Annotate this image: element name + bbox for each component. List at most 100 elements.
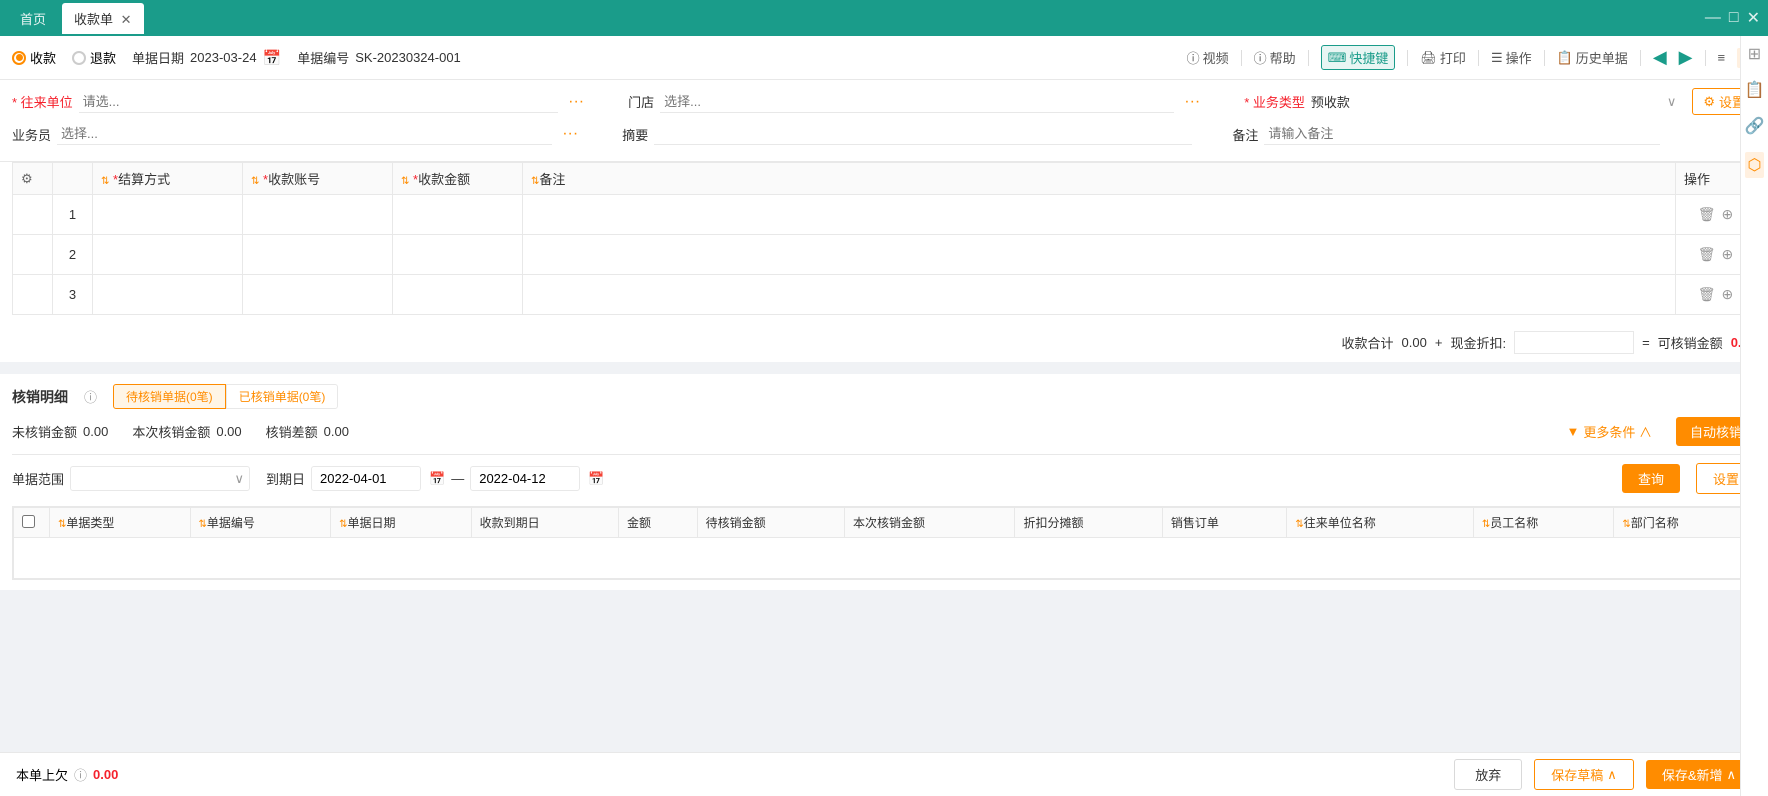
row-2-amount[interactable] — [393, 235, 523, 275]
current-value: 0.00 — [216, 424, 241, 439]
window-controls: — □ ✕ — [1705, 8, 1760, 28]
discard-button[interactable]: 放弃 — [1454, 759, 1522, 790]
row-1-settlement[interactable] — [93, 195, 243, 235]
amount-label: 本单上欠 — [16, 765, 68, 784]
table-settings-icon[interactable]: ⚙ — [21, 171, 33, 186]
unreconciled-label: 未核销金额 — [12, 422, 77, 441]
end-date-calendar-icon[interactable]: 📅 — [588, 471, 604, 487]
diff-label: 核销差额 — [266, 422, 318, 441]
more-filter-btn[interactable]: ▼ 更多条件 ∧ — [1566, 422, 1652, 441]
save-new-button[interactable]: 保存&新增 ∧ — [1646, 760, 1752, 789]
help-btn[interactable]: ⓘ 帮助 — [1254, 48, 1296, 67]
discount-input[interactable] — [1514, 331, 1634, 354]
receipt-radio[interactable]: 收款 — [12, 48, 56, 67]
row-3-copy-icon[interactable]: ⊕ — [1722, 286, 1734, 303]
dept-col-header: ⇅部门名称 — [1614, 508, 1755, 538]
unreconciled-stat: 未核销金额 0.00 — [12, 422, 108, 441]
operation-icon: ☰ — [1491, 50, 1503, 66]
start-date-calendar-icon[interactable]: 📅 — [429, 471, 445, 487]
staff-input[interactable] — [57, 123, 552, 145]
table-row: 1 🗑 ⊕ — [13, 195, 1756, 235]
row-2-remark[interactable] — [523, 235, 1676, 275]
form-row-1: * 往来单位 ··· 门店 ··· * 业务类型 预收款 ∨ ⚙ 设置 — [12, 88, 1756, 115]
minimize-icon[interactable]: — — [1705, 9, 1721, 27]
sidebar-icon-2[interactable]: 📋 — [1745, 80, 1765, 100]
close-window-icon[interactable]: ✕ — [1747, 8, 1760, 28]
store-input[interactable] — [660, 91, 1174, 113]
due-date-label: 到期日 — [266, 469, 305, 488]
close-tab-icon[interactable]: ✕ — [121, 12, 132, 27]
row-3-settlement[interactable] — [93, 275, 243, 315]
receipt-table-section: ⚙ ⇅ *结算方式 ⇅ *收款账号 ⇅ *收款金额 ⇅备注 操作 — [0, 162, 1768, 323]
index-col-header — [53, 163, 93, 195]
home-tab[interactable]: 首页 — [8, 3, 58, 34]
business-type-arrow[interactable]: ∨ — [1667, 94, 1677, 110]
row-1-amount[interactable] — [393, 195, 523, 235]
available-label: 可核销金额 — [1658, 333, 1723, 352]
maximize-icon[interactable]: □ — [1729, 9, 1739, 27]
calendar-icon[interactable]: 📅 — [263, 49, 282, 67]
completed-tab[interactable]: 已核销单据(0笔) — [226, 384, 339, 409]
voucher-date-value[interactable]: 2023-03-24 — [190, 50, 257, 65]
save-new-arrow-icon: ∧ — [1726, 767, 1736, 783]
shortcut-icon: ⌨ — [1328, 50, 1347, 66]
remark-col-header: ⇅备注 — [523, 163, 1676, 195]
pending-tab[interactable]: 待核销单据(0笔) — [113, 384, 226, 409]
row-2-account[interactable] — [243, 235, 393, 275]
due-date-start-input[interactable] — [311, 466, 421, 491]
discount-col-header: 折扣分摊额 — [1015, 508, 1162, 538]
row-1-delete-icon[interactable]: 🗑 — [1698, 206, 1716, 223]
reconcile-info-icon[interactable]: ⓘ — [84, 387, 97, 406]
video-btn[interactable]: ⓘ 视频 — [1187, 48, 1229, 67]
form-row-2: 业务员 ··· 摘要 备注 — [12, 123, 1756, 145]
row-1-account[interactable] — [243, 195, 393, 235]
amount-info-icon[interactable]: ⓘ — [74, 765, 87, 784]
row-3-account[interactable] — [243, 275, 393, 315]
history-btn[interactable]: 📋 历史单据 — [1557, 48, 1628, 67]
staff-label: 业务员 — [12, 125, 51, 144]
sales-order-col-header: 销售订单 — [1162, 508, 1286, 538]
row-3-amount[interactable] — [393, 275, 523, 315]
sidebar-icon-3[interactable]: 🔗 — [1745, 116, 1765, 136]
range-field: 单据范围 ∨ — [12, 466, 250, 491]
row-1-check — [13, 195, 53, 235]
row-3-delete-icon[interactable]: 🗑 — [1698, 286, 1716, 303]
receipt-tab[interactable]: 收款单 ✕ — [62, 3, 144, 34]
select-all-checkbox[interactable] — [22, 515, 35, 528]
reconcile-tabs: 待核销单据(0笔) 已核销单据(0笔) — [113, 384, 338, 409]
summary-input[interactable] — [654, 123, 1192, 145]
list-view-icon[interactable]: ≡ — [1718, 50, 1726, 65]
store-more-icon[interactable]: ··· — [1180, 93, 1204, 111]
reconcile-empty-row — [14, 538, 1755, 579]
sidebar-icon-4[interactable]: ⬡ — [1745, 152, 1765, 178]
receipt-table: ⚙ ⇅ *结算方式 ⇅ *收款账号 ⇅ *收款金额 ⇅备注 操作 — [12, 162, 1756, 315]
row-1-copy-icon[interactable]: ⊕ — [1722, 206, 1734, 223]
due-date-end-input[interactable] — [470, 466, 580, 491]
row-1-remark[interactable] — [523, 195, 1676, 235]
save-draft-button[interactable]: 保存草稿 ∧ — [1534, 759, 1634, 790]
query-btn[interactable]: 查询 — [1622, 464, 1680, 493]
print-btn[interactable]: 🖨 打印 — [1420, 48, 1466, 67]
range-select[interactable] — [70, 466, 250, 491]
reconcile-table: ⇅单据类型 ⇅单据编号 ⇅单据日期 收款到期日 金额 待核销金额 本次核销金额 … — [13, 507, 1755, 579]
staff-more-icon[interactable]: ··· — [558, 125, 582, 143]
row-2-delete-icon[interactable]: 🗑 — [1698, 246, 1716, 263]
reconcile-title: 核销明细 — [12, 387, 68, 407]
receipt-radio-dot — [12, 51, 26, 65]
row-2-copy-icon[interactable]: ⊕ — [1722, 246, 1734, 263]
no-col-header: ⇅单据编号 — [190, 508, 331, 538]
counterparty-input[interactable] — [79, 91, 558, 113]
top-navigation: 首页 收款单 ✕ — □ ✕ — [0, 0, 1768, 36]
reconcile-section: 核销明细 ⓘ 待核销单据(0笔) 已核销单据(0笔) 未核销金额 0.00 本次… — [0, 374, 1768, 590]
nav-next-icon[interactable]: ▶ — [1679, 47, 1693, 68]
nav-prev-icon[interactable]: ◀ — [1653, 47, 1667, 68]
save-draft-arrow-icon: ∧ — [1607, 767, 1617, 783]
sidebar-icon-1[interactable]: ⊞ — [1748, 44, 1761, 64]
refund-radio[interactable]: 退款 — [72, 48, 116, 67]
note-input[interactable] — [1264, 123, 1660, 145]
row-3-remark[interactable] — [523, 275, 1676, 315]
operation-btn[interactable]: ☰ 操作 — [1491, 48, 1532, 67]
row-2-settlement[interactable] — [93, 235, 243, 275]
counterparty-more-icon[interactable]: ··· — [564, 93, 588, 111]
shortcut-btn[interactable]: ⌨ 快捷键 — [1321, 45, 1396, 70]
